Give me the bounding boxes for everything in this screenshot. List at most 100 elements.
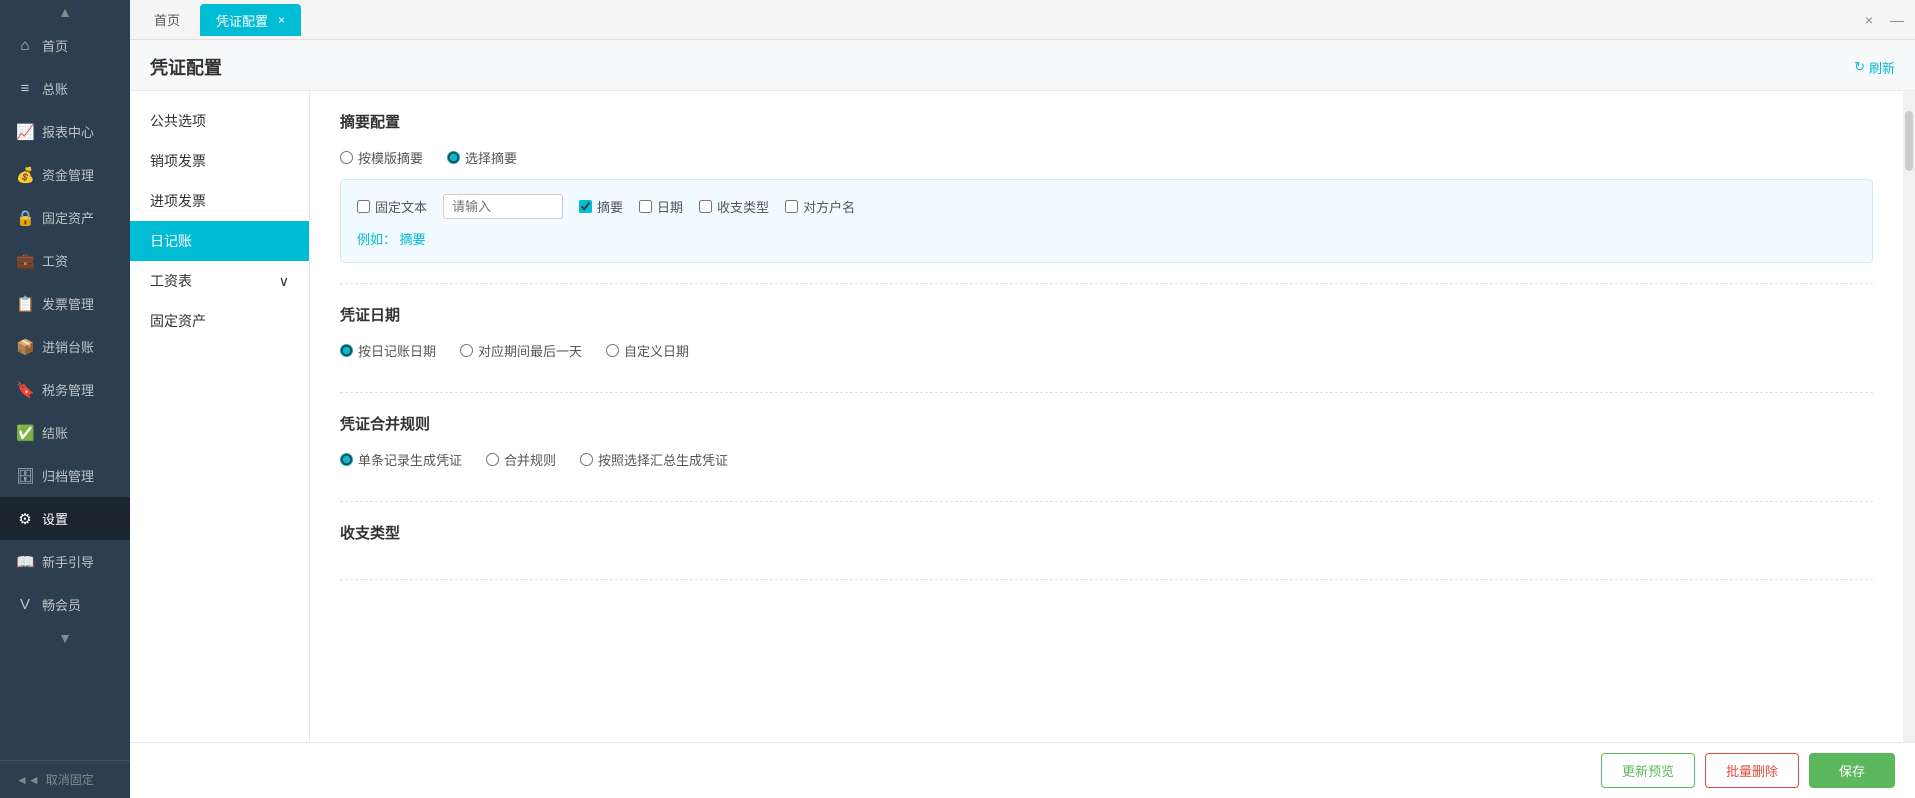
single-record-label: 单条记录生成凭证	[358, 450, 462, 469]
merge-rules-label: 合并规则	[504, 450, 556, 469]
sidebar-item-home[interactable]: ⌂ 首页	[0, 24, 130, 67]
sidebar-item-payroll[interactable]: 💼 工资	[0, 239, 130, 282]
fixed-text-checkbox[interactable]	[357, 200, 370, 213]
voucher-date-section: 凭证日期 按日记账日期 对应期间最后一天 自定义日期	[340, 304, 1873, 393]
income-type-option[interactable]: 收支类型	[699, 197, 769, 216]
sidebar-item-settlement[interactable]: ✅ 结账	[0, 411, 130, 454]
save-button[interactable]: 保存	[1809, 753, 1895, 788]
single-record-radio[interactable]	[340, 453, 353, 466]
summary-mode-group: 按模版摘要 选择摘要	[340, 148, 1873, 167]
by-journal-date-option[interactable]: 按日记账日期	[340, 341, 436, 360]
last-day-option[interactable]: 对应期间最后一天	[460, 341, 582, 360]
summary-config-title: 摘要配置	[340, 111, 1873, 132]
summary-option[interactable]: 摘要	[579, 197, 623, 216]
counterpart-name-checkbox[interactable]	[785, 200, 798, 213]
sidebar-item-purchase-sales[interactable]: 📦 进销台账	[0, 325, 130, 368]
scroll-thumb[interactable]	[1905, 111, 1913, 171]
fixed-text-input[interactable]	[443, 194, 563, 219]
income-type-title: 收支类型	[340, 522, 1873, 543]
sidebar-item-guide[interactable]: 📖 新手引导	[0, 540, 130, 583]
summary-checkbox[interactable]	[579, 200, 592, 213]
summary-config-section: 摘要配置 按模版摘要 选择摘要	[340, 111, 1873, 284]
sidebar-item-settings[interactable]: ⚙ 设置	[0, 497, 130, 540]
tab-voucher-config[interactable]: 凭证配置 ×	[200, 4, 301, 36]
left-nav-purchase-invoice[interactable]: 进项发票	[130, 181, 309, 221]
settings-icon: ⚙	[16, 510, 34, 528]
left-nav-sales-invoice[interactable]: 销项发票	[130, 141, 309, 181]
date-checkbox[interactable]	[639, 200, 652, 213]
sidebar-item-label: 畅会员	[42, 595, 81, 614]
merge-rules-group: 单条记录生成凭证 合并规则 按照选择汇总生成凭证	[340, 450, 1873, 469]
sidebar-item-label: 资金管理	[42, 165, 94, 184]
summary-label: 摘要	[597, 197, 623, 216]
tab-bar: 首页 凭证配置 × × —	[130, 0, 1915, 40]
voucher-date-group: 按日记账日期 对应期间最后一天 自定义日期	[340, 341, 1873, 360]
sidebar: ▲ ⌂ 首页 ≡ 总账 📈 报表中心 💰 资金管理 🔒 固定资产 💼 工资 📋 …	[0, 0, 130, 798]
assets-icon: 🔒	[16, 209, 34, 227]
cancel-fix-button[interactable]: ◄◄ 取消固定	[0, 760, 130, 798]
update-preview-button[interactable]: 更新预览	[1601, 753, 1695, 788]
fixed-text-option[interactable]: 固定文本	[357, 197, 427, 216]
date-option[interactable]: 日期	[639, 197, 683, 216]
template-mode-option[interactable]: 按模版摘要	[340, 148, 423, 167]
custom-date-label: 自定义日期	[624, 341, 689, 360]
left-nav-fixed-assets[interactable]: 固定资产	[130, 301, 309, 341]
refresh-button[interactable]: ↻ 刷新	[1854, 58, 1895, 77]
sidebar-item-label: 固定资产	[42, 208, 94, 227]
template-mode-label: 按模版摘要	[358, 148, 423, 167]
window-close-button[interactable]: ×	[1859, 10, 1879, 30]
by-selection-option[interactable]: 按照选择汇总生成凭证	[580, 450, 728, 469]
window-minimize-button[interactable]: —	[1887, 10, 1907, 30]
by-journal-date-radio[interactable]	[340, 344, 353, 357]
voucher-date-title: 凭证日期	[340, 304, 1873, 325]
batch-delete-button[interactable]: 批量删除	[1705, 753, 1799, 788]
sidebar-item-label: 进销台账	[42, 337, 94, 356]
sidebar-item-ledger[interactable]: ≡ 总账	[0, 67, 130, 110]
page-header: 凭证配置 ↻ 刷新	[130, 40, 1915, 91]
example-text: 例如： 摘要	[357, 229, 1856, 248]
counterpart-name-option[interactable]: 对方户名	[785, 197, 855, 216]
sidebar-item-funds[interactable]: 💰 资金管理	[0, 153, 130, 196]
left-nav-journal[interactable]: 日记账	[130, 221, 309, 261]
left-nav-payroll-table[interactable]: 工资表 ∨	[130, 261, 309, 301]
sidebar-item-invoice-mgmt[interactable]: 📋 发票管理	[0, 282, 130, 325]
sidebar-item-label: 工资	[42, 251, 68, 270]
scroll-track[interactable]	[1903, 91, 1915, 742]
left-nav-sales-invoice-label: 销项发票	[150, 151, 206, 171]
sidebar-scroll-up[interactable]: ▲	[0, 0, 130, 24]
last-day-label: 对应期间最后一天	[478, 341, 582, 360]
counterpart-name-label: 对方户名	[803, 197, 855, 216]
last-day-radio[interactable]	[460, 344, 473, 357]
page-title: 凭证配置	[150, 54, 222, 80]
sidebar-item-label: 归档管理	[42, 466, 94, 485]
income-type-checkbox[interactable]	[699, 200, 712, 213]
sidebar-item-archive[interactable]: 🗄 归档管理	[0, 454, 130, 497]
merge-rules-option[interactable]: 合并规则	[486, 450, 556, 469]
select-mode-label: 选择摘要	[465, 148, 517, 167]
sidebar-item-tax[interactable]: 🔖 税务管理	[0, 368, 130, 411]
left-nav-journal-label: 日记账	[150, 231, 192, 251]
reports-icon: 📈	[16, 123, 34, 141]
custom-date-option[interactable]: 自定义日期	[606, 341, 689, 360]
tab-close-icon[interactable]: ×	[278, 13, 285, 27]
sidebar-item-assets[interactable]: 🔒 固定资产	[0, 196, 130, 239]
tab-home[interactable]: 首页	[138, 4, 196, 36]
left-nav-public[interactable]: 公共选项	[130, 101, 309, 141]
single-record-option[interactable]: 单条记录生成凭证	[340, 450, 462, 469]
select-mode-radio[interactable]	[447, 151, 460, 164]
sidebar-item-member[interactable]: V 畅会员	[0, 583, 130, 626]
select-mode-option[interactable]: 选择摘要	[447, 148, 517, 167]
summary-checkboxes-row: 固定文本 摘要 日期	[357, 194, 1856, 219]
archive-icon: 🗄	[16, 467, 34, 485]
income-type-label: 收支类型	[717, 197, 769, 216]
sidebar-item-reports[interactable]: 📈 报表中心	[0, 110, 130, 153]
sidebar-item-label: 设置	[42, 509, 68, 528]
merge-rules-radio[interactable]	[486, 453, 499, 466]
left-nav-fixed-assets-label: 固定资产	[150, 311, 206, 331]
merge-rules-title: 凭证合并规则	[340, 413, 1873, 434]
sidebar-scroll-down[interactable]: ▼	[0, 626, 130, 650]
template-mode-radio[interactable]	[340, 151, 353, 164]
left-nav-payroll-table-label: 工资表	[150, 271, 192, 291]
custom-date-radio[interactable]	[606, 344, 619, 357]
by-selection-radio[interactable]	[580, 453, 593, 466]
